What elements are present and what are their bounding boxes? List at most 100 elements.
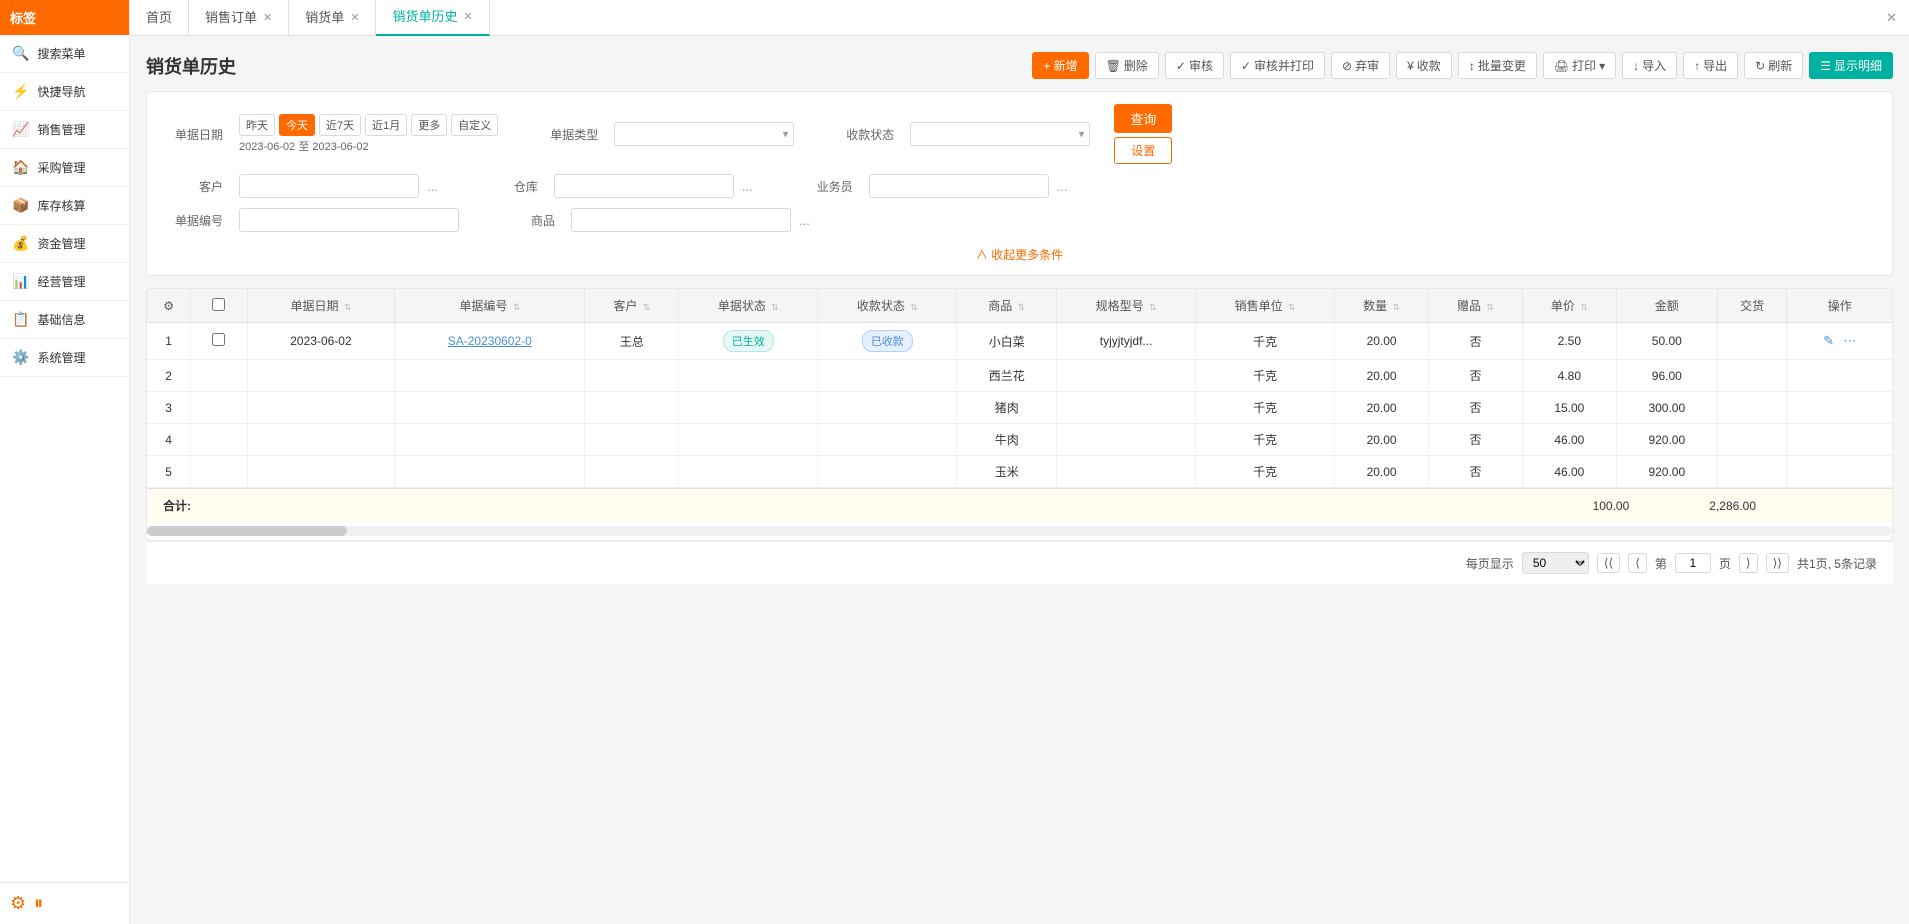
- prev-page-btn[interactable]: ⟨: [1628, 553, 1647, 573]
- doc-no-link-1[interactable]: SA-20230602-0: [448, 334, 532, 348]
- export-button[interactable]: ↑ 导出: [1683, 52, 1738, 79]
- new-button[interactable]: + 新增: [1032, 52, 1088, 79]
- warehouse-picker-btn[interactable]: ...: [738, 177, 757, 196]
- col-unit[interactable]: 销售单位 ⇅: [1196, 289, 1335, 323]
- shortcut-today[interactable]: 今天: [279, 114, 315, 136]
- collect-button[interactable]: ¥ 收款: [1396, 52, 1452, 79]
- sidebar-item-finance[interactable]: 💰 资金管理: [0, 225, 129, 263]
- sort-goods[interactable]: ⇅: [1018, 302, 1026, 313]
- audit-button[interactable]: ✓ 审核: [1165, 52, 1224, 79]
- show-detail-button[interactable]: ☰ 显示明细: [1809, 52, 1893, 79]
- row-checkbox-1[interactable]: [212, 333, 225, 346]
- col-goods[interactable]: 商品 ⇅: [957, 289, 1057, 323]
- col-gift[interactable]: 赠品 ⇅: [1429, 289, 1523, 323]
- sort-pay-status[interactable]: ⇅: [910, 302, 918, 313]
- batch-change-button[interactable]: ↕ 批量变更: [1458, 52, 1537, 79]
- row-unit-price-5: 46.00: [1522, 456, 1616, 488]
- sort-gift[interactable]: ⇅: [1486, 302, 1494, 313]
- table-settings-icon[interactable]: ⚙: [163, 299, 174, 313]
- filter-settings-button[interactable]: 设置: [1114, 137, 1172, 164]
- page-number-input[interactable]: [1675, 553, 1711, 573]
- col-pay-status[interactable]: 收款状态 ⇅: [818, 289, 957, 323]
- sidebar-item-sales-mgmt[interactable]: 📈 销售管理: [0, 111, 129, 149]
- tab-sales-goods-label: 销货单: [305, 0, 344, 36]
- sort-doc-date[interactable]: ⇅: [344, 302, 352, 313]
- audit-print-button[interactable]: ✓ 审核并打印: [1230, 52, 1325, 79]
- shortcut-1month[interactable]: 近1月: [365, 114, 407, 136]
- payment-status-select-wrapper: [910, 122, 1090, 146]
- select-all-checkbox[interactable]: [212, 298, 225, 311]
- more-btn-1[interactable]: ⋯: [1843, 333, 1856, 348]
- col-customer[interactable]: 客户 ⇅: [585, 289, 679, 323]
- row-doc-status-1: 已生效: [679, 323, 818, 360]
- per-page-select[interactable]: 50 100: [1522, 552, 1589, 574]
- sidebar-item-search-menu[interactable]: 🔍 搜索菜单: [0, 35, 129, 73]
- sidebar-pause-icon[interactable]: ⏸: [34, 893, 43, 914]
- sort-customer[interactable]: ⇅: [643, 302, 651, 313]
- shortcut-more[interactable]: 更多: [411, 114, 447, 136]
- query-button[interactable]: 查询: [1114, 104, 1172, 133]
- refresh-button[interactable]: ↻ 刷新: [1744, 52, 1803, 79]
- tab-sales-goods[interactable]: 销货单 ✕: [289, 0, 376, 36]
- customer-picker-btn[interactable]: ...: [423, 177, 442, 196]
- col-settings[interactable]: ⚙: [147, 289, 191, 323]
- sort-unit-price[interactable]: ⇅: [1580, 302, 1588, 313]
- tab-home[interactable]: 首页: [130, 0, 189, 36]
- tab-sales-history-close[interactable]: ✕: [464, 0, 473, 35]
- edit-btn-1[interactable]: ✎: [1823, 333, 1834, 348]
- col-amount[interactable]: 金额: [1616, 289, 1717, 323]
- table-row: 1 2023-06-02 SA-20230602-0 王总 已生效 已收款 小白…: [147, 323, 1892, 360]
- sort-unit[interactable]: ⇅: [1288, 302, 1296, 313]
- col-spec[interactable]: 规格型号 ⇅: [1057, 289, 1196, 323]
- payment-status-select[interactable]: [910, 122, 1090, 146]
- next-page-btn[interactable]: ⟩: [1739, 553, 1758, 573]
- scrollbar-thumb[interactable]: [147, 526, 347, 536]
- abandon-button[interactable]: ⊘ 弃审: [1331, 52, 1390, 79]
- sort-quantity[interactable]: ⇅: [1392, 302, 1400, 313]
- shortcut-yesterday[interactable]: 昨天: [239, 114, 275, 136]
- tab-sales-history[interactable]: 销货单历史 ✕: [376, 0, 489, 36]
- sidebar-item-purchase-mgmt[interactable]: 🏠 采购管理: [0, 149, 129, 187]
- col-doc-date[interactable]: 单据日期 ⇅: [247, 289, 395, 323]
- staff-input[interactable]: [869, 174, 1049, 198]
- sidebar-settings-icon[interactable]: ⚙: [10, 893, 26, 914]
- goods-label: 商品: [495, 212, 555, 229]
- sort-spec[interactable]: ⇅: [1149, 302, 1157, 313]
- sidebar-item-ops-mgmt[interactable]: 📊 经营管理: [0, 263, 129, 301]
- sidebar-item-sys-mgmt[interactable]: ⚙️ 系统管理: [0, 339, 129, 377]
- close-all-tabs[interactable]: ✕: [1874, 10, 1909, 26]
- col-unit-price[interactable]: 单价 ⇅: [1522, 289, 1616, 323]
- last-page-btn[interactable]: ⟩⟩: [1766, 553, 1789, 573]
- customer-input[interactable]: [239, 174, 419, 198]
- row-customer-1: 王总: [585, 323, 679, 360]
- goods-picker-btn[interactable]: ...: [795, 211, 814, 230]
- delete-button[interactable]: 🗑 删除: [1095, 52, 1159, 79]
- sidebar-item-quick-nav[interactable]: ⚡ 快捷导航: [0, 73, 129, 111]
- staff-picker-btn[interactable]: ...: [1053, 177, 1072, 196]
- tab-sales-order-close[interactable]: ✕: [263, 0, 272, 36]
- first-page-btn[interactable]: ⟨⟨: [1597, 553, 1620, 573]
- print-button[interactable]: 🖨 打印 ▾: [1543, 52, 1616, 79]
- goods-input[interactable]: [571, 208, 791, 232]
- doc-type-select[interactable]: [614, 122, 794, 146]
- row-no-1: 1: [147, 323, 191, 360]
- tab-sales-order[interactable]: 销售订单 ✕: [189, 0, 289, 36]
- row-amount-5: 920.00: [1616, 456, 1717, 488]
- date-range-display: 2023-06-02 至 2023-06-02: [239, 138, 498, 154]
- tab-sales-history-label: 销货单历史: [392, 0, 457, 35]
- horizontal-scrollbar[interactable]: [147, 526, 1892, 536]
- sidebar-item-basic-info[interactable]: 📋 基础信息: [0, 301, 129, 339]
- sort-doc-status[interactable]: ⇅: [771, 302, 779, 313]
- sort-doc-no[interactable]: ⇅: [513, 302, 521, 313]
- import-button[interactable]: ↓ 导入: [1622, 52, 1677, 79]
- col-quantity[interactable]: 数量 ⇅: [1335, 289, 1429, 323]
- col-doc-no[interactable]: 单据编号 ⇅: [395, 289, 585, 323]
- shortcut-custom[interactable]: 自定义: [451, 114, 498, 136]
- col-doc-status[interactable]: 单据状态 ⇅: [679, 289, 818, 323]
- sidebar-item-inventory[interactable]: 📦 库存核算: [0, 187, 129, 225]
- doc-no-input[interactable]: [239, 208, 459, 232]
- warehouse-input[interactable]: [554, 174, 734, 198]
- tab-sales-goods-close[interactable]: ✕: [350, 0, 359, 36]
- shortcut-7days[interactable]: 近7天: [319, 114, 361, 136]
- collapse-btn[interactable]: ∧ 收起更多条件: [976, 246, 1063, 263]
